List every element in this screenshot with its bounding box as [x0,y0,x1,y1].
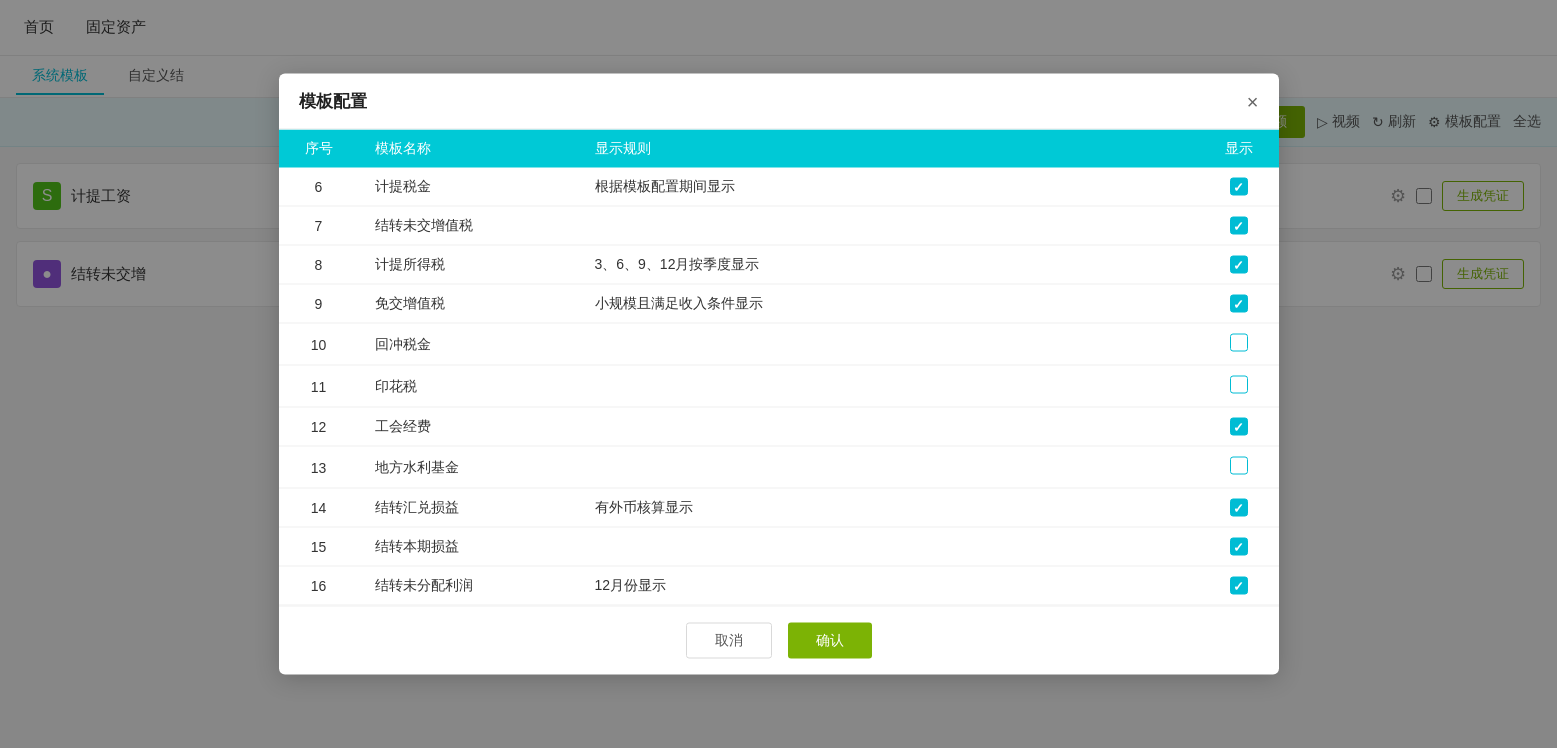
cell-rule-5 [579,365,1199,407]
cell-rule-10: 12月份显示 [579,566,1199,605]
cell-checkbox-3 [1199,284,1279,323]
cell-name-0: 计提税金 [359,168,579,207]
cell-no-1: 7 [279,206,359,245]
checkbox-display-8[interactable] [1230,499,1248,517]
checkbox-display-5[interactable] [1230,376,1248,394]
table-row: 12工会经费 [279,407,1279,446]
table-header: 序号 模板名称 显示规则 显示 [279,130,1279,168]
checkbox-display-9[interactable] [1230,538,1248,556]
table-row: 14结转汇兑损益有外币核算显示 [279,488,1279,527]
checkbox-display-3[interactable] [1230,295,1248,313]
modal-table-body: 6计提税金根据模板配置期间显示7结转未交增值税8计提所得税3、6、9、12月按季… [279,168,1279,606]
cell-checkbox-7 [1199,446,1279,488]
cell-no-4: 10 [279,323,359,365]
cell-checkbox-0 [1199,168,1279,207]
checkbox-display-1[interactable] [1230,217,1248,235]
table-row: 8计提所得税3、6、9、12月按季度显示 [279,245,1279,284]
cell-rule-9 [579,527,1199,566]
cell-name-9: 结转本期损益 [359,527,579,566]
checkbox-display-4[interactable] [1230,334,1248,352]
cell-rule-3: 小规模且满足收入条件显示 [579,284,1199,323]
cell-name-7: 地方水利基金 [359,446,579,488]
modal-header: 模板配置 × [279,74,1279,130]
checkbox-display-6[interactable] [1230,418,1248,436]
checkbox-display-7[interactable] [1230,457,1248,475]
modal-close-button[interactable]: × [1247,91,1259,111]
table-row: 13地方水利基金 [279,446,1279,488]
modal-table: 序号 模板名称 显示规则 显示 6计提税金根据模板配置期间显示7结转未交增值税8… [279,130,1279,606]
checkbox-display-0[interactable] [1230,178,1248,196]
table-row: 15结转本期损益 [279,527,1279,566]
cell-checkbox-5 [1199,365,1279,407]
cell-checkbox-10 [1199,566,1279,605]
col-header-display: 显示 [1199,130,1279,168]
table-row: 6计提税金根据模板配置期间显示 [279,168,1279,207]
cell-name-1: 结转未交增值税 [359,206,579,245]
cell-name-2: 计提所得税 [359,245,579,284]
cancel-button[interactable]: 取消 [686,623,772,659]
modal-footer: 取消 确认 [279,606,1279,675]
cell-name-3: 免交增值税 [359,284,579,323]
cell-rule-2: 3、6、9、12月按季度显示 [579,245,1199,284]
cell-checkbox-4 [1199,323,1279,365]
cell-checkbox-2 [1199,245,1279,284]
table-row: 16结转未分配利润12月份显示 [279,566,1279,605]
cell-rule-1 [579,206,1199,245]
table-row: 10回冲税金 [279,323,1279,365]
cell-name-10: 结转未分配利润 [359,566,579,605]
cell-checkbox-1 [1199,206,1279,245]
cell-no-0: 6 [279,168,359,207]
modal-table-scroll[interactable]: 序号 模板名称 显示规则 显示 6计提税金根据模板配置期间显示7结转未交增值税8… [279,130,1279,606]
cell-no-5: 11 [279,365,359,407]
cell-no-3: 9 [279,284,359,323]
cell-rule-6 [579,407,1199,446]
cell-rule-4 [579,323,1199,365]
modal-template-config: 模板配置 × 序号 模板名称 显示规则 显示 6计提税金根据模板配置期间显示7结… [279,74,1279,675]
cell-no-2: 8 [279,245,359,284]
cell-no-10: 16 [279,566,359,605]
cell-checkbox-8 [1199,488,1279,527]
cell-checkbox-9 [1199,527,1279,566]
table-row: 11印花税 [279,365,1279,407]
cell-checkbox-6 [1199,407,1279,446]
cell-name-4: 回冲税金 [359,323,579,365]
cell-name-5: 印花税 [359,365,579,407]
checkbox-display-10[interactable] [1230,577,1248,595]
cell-no-8: 14 [279,488,359,527]
cell-name-6: 工会经费 [359,407,579,446]
col-header-no: 序号 [279,130,359,168]
cell-name-8: 结转汇兑损益 [359,488,579,527]
checkbox-display-2[interactable] [1230,256,1248,274]
cell-rule-0: 根据模板配置期间显示 [579,168,1199,207]
cell-no-9: 15 [279,527,359,566]
cell-rule-7 [579,446,1199,488]
cell-no-7: 13 [279,446,359,488]
cell-no-6: 12 [279,407,359,446]
table-row: 7结转未交增值税 [279,206,1279,245]
modal-title: 模板配置 [299,90,367,113]
table-row: 9免交增值税小规模且满足收入条件显示 [279,284,1279,323]
confirm-button[interactable]: 确认 [788,623,872,659]
col-header-name: 模板名称 [359,130,579,168]
col-header-rule: 显示规则 [579,130,1199,168]
cell-rule-8: 有外币核算显示 [579,488,1199,527]
